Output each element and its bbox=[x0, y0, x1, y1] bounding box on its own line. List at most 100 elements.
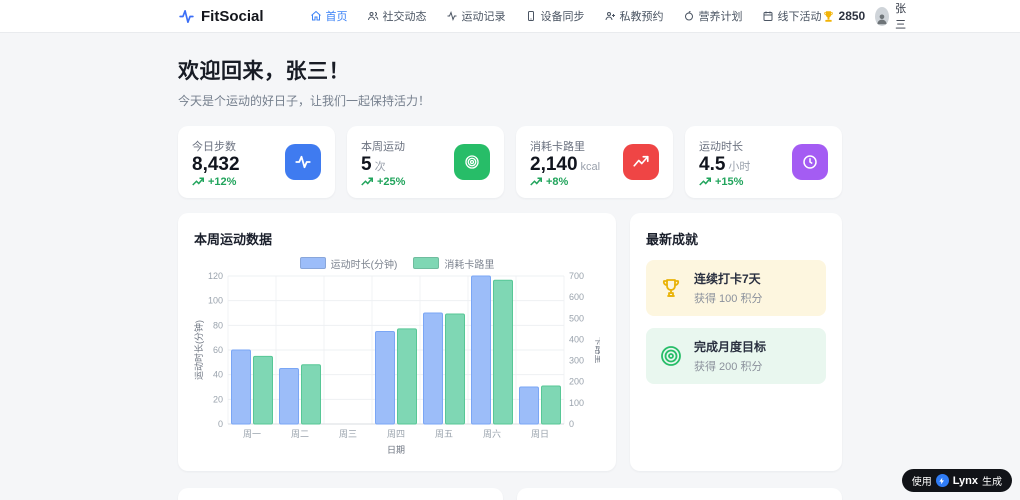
clock-icon bbox=[792, 144, 828, 180]
stat-label: 运动时长 bbox=[699, 141, 743, 153]
svg-text:0: 0 bbox=[218, 419, 223, 429]
activity-icon bbox=[285, 144, 321, 180]
stat-value: 4.5 小时 bbox=[699, 154, 751, 175]
activity-icon bbox=[447, 11, 457, 21]
legend-item[interactable]: 消耗卡路里 bbox=[413, 256, 494, 271]
activity-logo-icon bbox=[179, 9, 194, 23]
achievement-points: 获得 200 积分 bbox=[694, 361, 763, 373]
stat-label: 本周运动 bbox=[361, 141, 405, 153]
svg-text:40: 40 bbox=[213, 370, 223, 380]
recent-activities-card: 最近活动 查看全部 bbox=[178, 488, 503, 500]
stat-trend: +15% bbox=[699, 176, 750, 188]
trophy-icon bbox=[658, 275, 684, 301]
target-icon bbox=[658, 343, 684, 369]
brand-logo[interactable]: FitSocial bbox=[178, 8, 264, 25]
stat-card-steps: 今日步数 8,432 +12% bbox=[178, 126, 335, 198]
stat-trend: +12% bbox=[192, 176, 240, 188]
page-title: 欢迎回来，张三！ bbox=[178, 60, 350, 83]
stat-label: 消耗卡路里 bbox=[530, 141, 585, 153]
nav-item-coach-booking[interactable]: 私教预约 bbox=[604, 8, 664, 24]
lynx-generator-badge[interactable]: 使用 Lynx 生成 bbox=[901, 469, 1012, 492]
svg-text:周日: 周日 bbox=[531, 429, 549, 439]
svg-text:100: 100 bbox=[569, 398, 584, 408]
stat-card-weekly-workouts: 本周运动 5次 +25% bbox=[347, 126, 504, 198]
svg-text:周一: 周一 bbox=[243, 429, 261, 439]
achievement-title: 连续打卡7天 bbox=[694, 272, 761, 286]
svg-text:周二: 周二 bbox=[291, 429, 309, 439]
nav-item-home[interactable]: 首页 bbox=[310, 8, 348, 24]
upcoming-events-card: 即将参加 查看全部 bbox=[517, 488, 842, 500]
main-nav: 首页 社交动态 运动记录 设备同步 私教预约 营养计划 线下活动 bbox=[310, 8, 822, 24]
user-menu[interactable]: 张三 bbox=[875, 0, 911, 32]
chart-legend: 运动时长(分钟) 消耗卡路里 bbox=[194, 256, 600, 271]
svg-text:600: 600 bbox=[569, 292, 584, 302]
user-name: 张三 bbox=[895, 3, 907, 31]
achievement-points: 获得 100 积分 bbox=[694, 293, 763, 305]
svg-text:20: 20 bbox=[213, 394, 223, 404]
page-subtitle: 今天是个运动的好日子，让我们一起保持活力！ bbox=[178, 94, 431, 108]
nav-item-social[interactable]: 社交动态 bbox=[367, 8, 427, 24]
nav-label: 私教预约 bbox=[619, 11, 664, 23]
svg-text:80: 80 bbox=[213, 320, 223, 330]
weekly-bar-chart[interactable]: 0 20 40 60 80 100 120 0 100 200 300 400 500 600 700 周一 周… bbox=[193, 270, 605, 456]
trend-up-mini-icon bbox=[699, 177, 711, 186]
stat-label: 今日步数 bbox=[192, 141, 236, 153]
achievements-title: 最新成就 bbox=[646, 232, 699, 247]
calendar-icon bbox=[763, 11, 773, 21]
svg-text:120: 120 bbox=[208, 271, 223, 281]
nav-item-device-sync[interactable]: 设备同步 bbox=[525, 8, 585, 24]
svg-text:卡路里: 卡路里 bbox=[594, 336, 600, 363]
svg-text:100: 100 bbox=[208, 296, 223, 306]
nav-item-records[interactable]: 运动记录 bbox=[446, 8, 506, 24]
points-counter[interactable]: 2850 bbox=[822, 9, 866, 23]
svg-text:500: 500 bbox=[569, 313, 584, 323]
stat-trend: +25% bbox=[361, 176, 405, 188]
nav-item-nutrition[interactable]: 营养计划 bbox=[683, 8, 743, 24]
badge-brand: Lynx bbox=[952, 474, 978, 487]
home-icon bbox=[310, 10, 321, 21]
badge-prefix: 使用 bbox=[911, 477, 932, 488]
smartphone-icon bbox=[527, 11, 534, 21]
nav-item-offline-events[interactable]: 线下活动 bbox=[762, 8, 822, 24]
svg-text:700: 700 bbox=[569, 271, 584, 281]
achievement-item-streak: 连续打卡7天 获得 100 积分 bbox=[646, 260, 826, 316]
trend-up-mini-icon bbox=[530, 177, 542, 186]
stat-value: 5次 bbox=[361, 154, 386, 175]
svg-text:300: 300 bbox=[569, 356, 584, 366]
points-value: 2850 bbox=[838, 9, 866, 23]
svg-text:周五: 周五 bbox=[435, 429, 453, 439]
person-silhouette-icon bbox=[877, 13, 887, 24]
weekly-chart-card: 本周运动数据 运动时长(分钟) 消耗卡路里 0 20 40 60 80 100 120 0 100… bbox=[178, 213, 616, 471]
achievement-title: 完成月度目标 bbox=[694, 340, 767, 354]
achievement-item-monthly-goal: 完成月度目标 获得 200 积分 bbox=[646, 328, 826, 384]
nav-label: 社交动态 bbox=[382, 11, 427, 23]
welcome-section: 欢迎回来，张三！ 今天是个运动的好日子，让我们一起保持活力！ bbox=[178, 55, 842, 109]
badge-suffix: 生成 bbox=[982, 477, 1002, 488]
svg-text:日期: 日期 bbox=[387, 445, 405, 455]
svg-text:周三: 周三 bbox=[339, 429, 357, 439]
svg-text:200: 200 bbox=[569, 377, 584, 387]
trophy-icon bbox=[823, 10, 833, 22]
navbar: FitSocial 首页 社交动态 运动记录 设备同步 私教预约 营养计划 线下… bbox=[0, 0, 1020, 33]
svg-text:周四: 周四 bbox=[387, 429, 405, 439]
nav-label: 营养计划 bbox=[698, 11, 743, 23]
lynx-icon bbox=[935, 474, 949, 487]
nutrition-icon bbox=[684, 11, 693, 21]
avatar bbox=[875, 6, 890, 26]
nav-label: 线下活动 bbox=[777, 11, 822, 23]
nav-label: 运动记录 bbox=[461, 11, 506, 23]
trending-up-icon bbox=[623, 144, 659, 180]
svg-text:400: 400 bbox=[569, 334, 584, 344]
stat-trend: +8% bbox=[530, 176, 600, 188]
svg-text:0: 0 bbox=[569, 419, 574, 429]
nav-label: 设备同步 bbox=[540, 11, 585, 23]
stat-card-calories: 消耗卡路里 2,140 kcal +8% bbox=[516, 126, 673, 198]
legend-swatch bbox=[413, 257, 440, 269]
chart-title: 本周运动数据 bbox=[194, 232, 273, 247]
trend-up-mini-icon bbox=[192, 177, 204, 186]
legend-item[interactable]: 运动时长(分钟) bbox=[299, 256, 397, 271]
nav-label: 首页 bbox=[325, 11, 348, 23]
stat-card-duration: 运动时长 4.5 小时 +15% bbox=[685, 126, 842, 198]
stat-value: 8,432 bbox=[192, 154, 240, 175]
users-icon bbox=[367, 12, 378, 21]
